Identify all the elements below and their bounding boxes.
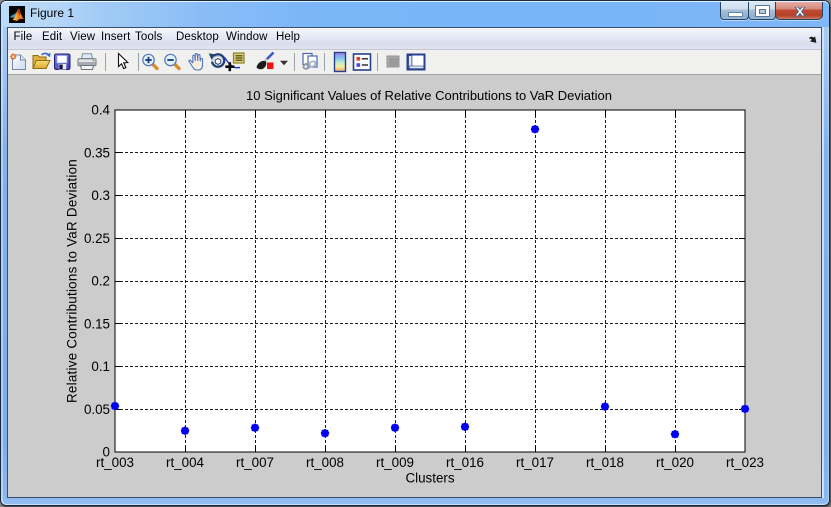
svg-text:Clusters: Clusters xyxy=(405,471,454,486)
svg-text:Relative Contributions to VaR: Relative Contributions to VaR Deviation xyxy=(65,159,80,403)
svg-text:rt_004: rt_004 xyxy=(166,455,205,470)
svg-text:0.05: 0.05 xyxy=(84,402,110,417)
svg-text:rt_008: rt_008 xyxy=(306,455,344,470)
svg-text:0.3: 0.3 xyxy=(91,188,110,203)
svg-text:0.1: 0.1 xyxy=(91,359,110,374)
svg-text:0.4: 0.4 xyxy=(91,103,110,118)
svg-text:rt_017: rt_017 xyxy=(516,455,554,470)
svg-text:rt_003: rt_003 xyxy=(96,455,134,470)
svg-text:0.15: 0.15 xyxy=(84,317,110,332)
svg-text:rt_009: rt_009 xyxy=(376,455,414,470)
svg-text:10 Significant Values of Relat: 10 Significant Values of Relative Contri… xyxy=(246,88,612,103)
svg-text:rt_018: rt_018 xyxy=(586,455,624,470)
svg-text:rt_023: rt_023 xyxy=(726,455,764,470)
svg-text:0.35: 0.35 xyxy=(84,146,110,161)
svg-text:0.2: 0.2 xyxy=(91,274,110,289)
svg-text:rt_007: rt_007 xyxy=(236,455,274,470)
svg-text:0.25: 0.25 xyxy=(84,231,110,246)
svg-text:rt_016: rt_016 xyxy=(446,455,484,470)
svg-text:rt_020: rt_020 xyxy=(656,455,694,470)
